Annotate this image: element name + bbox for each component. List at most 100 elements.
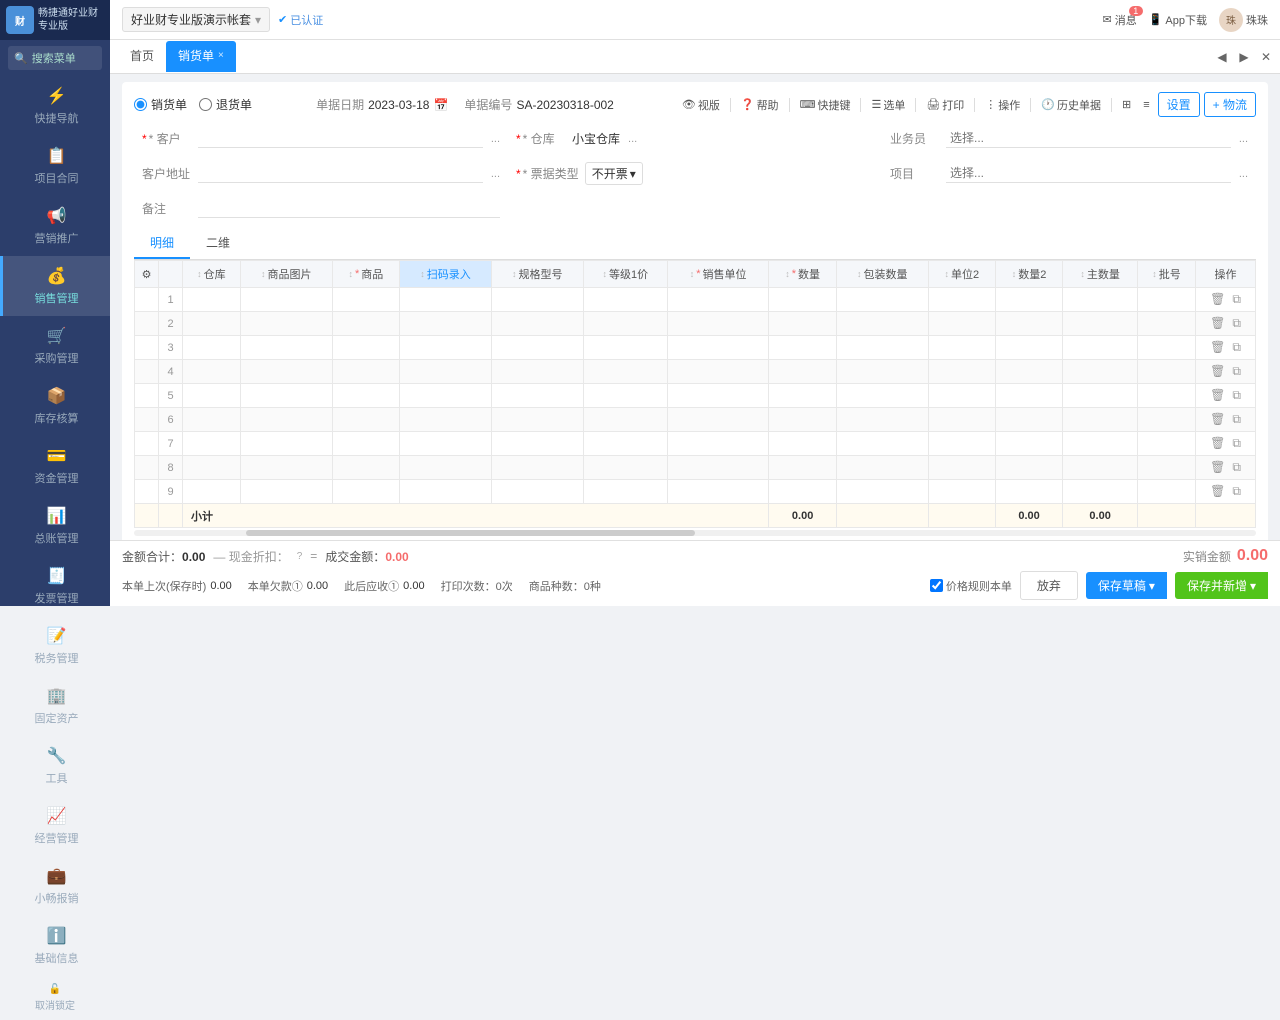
row-main-qty-cell[interactable]	[1063, 456, 1138, 480]
row-qty-cell[interactable]	[769, 360, 837, 384]
row-batch-cell[interactable]	[1138, 336, 1196, 360]
salesperson-dots[interactable]: ...	[1239, 133, 1248, 145]
row-qty2-cell[interactable]	[995, 336, 1062, 360]
row-copy-icon[interactable]: ⧉	[1230, 412, 1243, 426]
row-qty-cell[interactable]	[769, 384, 837, 408]
price-rule-checkbox[interactable]: 价格规则本单	[930, 578, 1012, 594]
row-unit-cell[interactable]	[667, 312, 768, 336]
row-delete-icon[interactable]: 🗑	[1208, 340, 1227, 354]
project-dots[interactable]: ...	[1239, 168, 1248, 180]
row-qty2-cell[interactable]	[995, 456, 1062, 480]
row-barcode-cell[interactable]	[400, 336, 492, 360]
row-copy-icon[interactable]: ⧉	[1230, 316, 1243, 330]
row-warehouse-cell[interactable]	[183, 384, 241, 408]
row-qty-cell[interactable]	[769, 288, 837, 312]
row-qty2-cell[interactable]	[995, 408, 1062, 432]
row-qty2-cell[interactable]	[995, 432, 1062, 456]
row-product-cell[interactable]	[332, 432, 400, 456]
invoice-select[interactable]: 不开票 ▾	[585, 162, 643, 185]
row-copy-icon[interactable]: ⧉	[1230, 292, 1243, 306]
sidebar-item-inventory[interactable]: 📦库存核算	[0, 376, 110, 436]
select-button[interactable]: ☰ 选单	[867, 95, 909, 115]
sidebar-item-project[interactable]: 📋项目合同	[0, 136, 110, 196]
row-warehouse-cell[interactable]	[183, 456, 241, 480]
row-spec-cell[interactable]	[491, 456, 583, 480]
calendar-icon[interactable]: 📅	[433, 98, 448, 112]
note-input[interactable]	[198, 199, 500, 218]
row-qty-cell[interactable]	[769, 456, 837, 480]
row-spec-cell[interactable]	[491, 360, 583, 384]
row-delete-icon[interactable]: 🗑	[1208, 412, 1227, 426]
sidebar-item-general[interactable]: 📊总账管理	[0, 496, 110, 556]
horizontal-scrollbar[interactable]	[134, 530, 1256, 536]
message-button[interactable]: ✉ 消息 1	[1103, 12, 1137, 28]
history-button[interactable]: 🕐 历史单据	[1037, 95, 1105, 115]
row-copy-icon[interactable]: ⧉	[1230, 340, 1243, 354]
row-batch-cell[interactable]	[1138, 312, 1196, 336]
salesperson-input[interactable]	[946, 129, 1231, 148]
row-spec-cell[interactable]	[491, 384, 583, 408]
row-copy-icon[interactable]: ⧉	[1230, 436, 1243, 450]
row-batch-cell[interactable]	[1138, 360, 1196, 384]
company-selector[interactable]: 好业财专业版演示帐套 ▾	[122, 7, 270, 32]
row-batch-cell[interactable]	[1138, 480, 1196, 504]
row-product-cell[interactable]	[332, 480, 400, 504]
row-unit-cell[interactable]	[667, 336, 768, 360]
row-product-cell[interactable]	[332, 312, 400, 336]
shortcut-button[interactable]: ⌨ 快捷键	[796, 95, 855, 115]
help-button[interactable]: ❓ 帮助	[737, 95, 783, 115]
row-qty2-cell[interactable]	[995, 312, 1062, 336]
row-copy-icon[interactable]: ⧉	[1230, 364, 1243, 378]
setup-button[interactable]: 设置	[1158, 92, 1200, 117]
row-price1-cell[interactable]	[583, 432, 667, 456]
abandon-button[interactable]: 放弃	[1020, 571, 1078, 600]
row-warehouse-cell[interactable]	[183, 312, 241, 336]
tab-nav-left[interactable]: ◀	[1212, 47, 1232, 67]
row-barcode-cell[interactable]	[400, 312, 492, 336]
row-pack-qty-cell[interactable]	[836, 432, 928, 456]
row-price1-cell[interactable]	[583, 312, 667, 336]
row-copy-icon[interactable]: ⧉	[1230, 388, 1243, 402]
row-qty-cell[interactable]	[769, 432, 837, 456]
row-qty2-cell[interactable]	[995, 480, 1062, 504]
row-warehouse-cell[interactable]	[183, 480, 241, 504]
row-pack-qty-cell[interactable]	[836, 456, 928, 480]
address-dots[interactable]: ...	[491, 168, 500, 180]
row-barcode-cell[interactable]	[400, 360, 492, 384]
sidebar-item-invoice[interactable]: 🧾发票管理	[0, 556, 110, 616]
sidebar-item-report[interactable]: 💼小畅报销	[0, 856, 110, 916]
tab-nav-right[interactable]: ▶	[1234, 47, 1254, 67]
row-qty-cell[interactable]	[769, 480, 837, 504]
row-main-qty-cell[interactable]	[1063, 288, 1138, 312]
row-qty2-cell[interactable]	[995, 360, 1062, 384]
row-delete-icon[interactable]: 🗑	[1208, 364, 1227, 378]
warehouse-dots[interactable]: ...	[628, 133, 637, 145]
row-main-qty-cell[interactable]	[1063, 336, 1138, 360]
row-pack-qty-cell[interactable]	[836, 288, 928, 312]
sidebar-item-ops[interactable]: 📈经营管理	[0, 796, 110, 856]
row-delete-icon[interactable]: 🗑	[1208, 484, 1227, 498]
row-main-qty-cell[interactable]	[1063, 432, 1138, 456]
tab-mingxi[interactable]: 明细	[134, 228, 190, 259]
row-warehouse-cell[interactable]	[183, 288, 241, 312]
row-price1-cell[interactable]	[583, 336, 667, 360]
row-pack-qty-cell[interactable]	[836, 312, 928, 336]
view-toggle-grid[interactable]: ⊞	[1118, 96, 1135, 113]
row-price1-cell[interactable]	[583, 480, 667, 504]
tab-close-button[interactable]: ×	[218, 50, 224, 61]
row-product-cell[interactable]	[332, 336, 400, 360]
sidebar-item-tools[interactable]: 🔧工具	[0, 736, 110, 796]
col-settings[interactable]: ⚙	[135, 261, 159, 288]
row-delete-icon[interactable]: 🗑	[1208, 292, 1227, 306]
row-price1-cell[interactable]	[583, 288, 667, 312]
sidebar-item-cancel-fixed[interactable]: 🔓 取消锁定	[0, 976, 110, 1020]
customer-dots[interactable]: ...	[491, 133, 500, 145]
tab-erwei[interactable]: 二维	[190, 228, 246, 259]
row-price1-cell[interactable]	[583, 456, 667, 480]
row-unit-cell[interactable]	[667, 432, 768, 456]
row-unit-cell[interactable]	[667, 384, 768, 408]
radio-sales-input[interactable]	[134, 98, 147, 111]
radio-return-label[interactable]: 退货单	[199, 96, 252, 113]
row-spec-cell[interactable]	[491, 480, 583, 504]
row-barcode-cell[interactable]	[400, 408, 492, 432]
